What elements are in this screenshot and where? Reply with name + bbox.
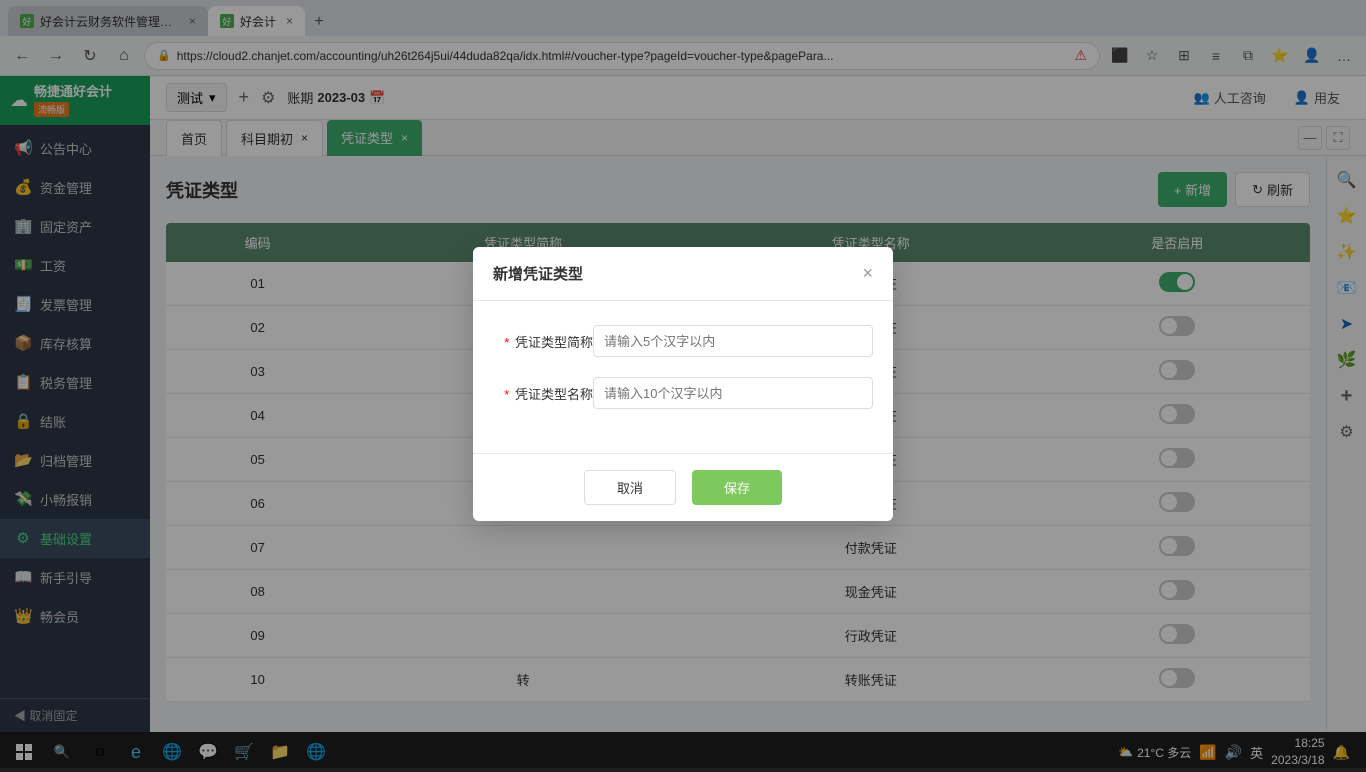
modal-body: * 凭证类型简称 * 凭证类型名称 [473,301,893,453]
name-input[interactable] [593,377,873,409]
form-row-name: * 凭证类型名称 [493,377,873,409]
save-button[interactable]: 保存 [692,470,782,505]
abbr-required-mark: * [504,335,509,350]
modal-footer: 取消 保存 [473,453,893,521]
name-required-mark: * [504,387,509,402]
abbr-label: * 凭证类型简称 [493,332,593,351]
modal-overlay[interactable]: 新增凭证类型 × * 凭证类型简称 * 凭证类型名称 取消 保存 [0,0,1366,768]
modal-title: 新增凭证类型 [493,263,583,284]
add-voucher-type-modal: 新增凭证类型 × * 凭证类型简称 * 凭证类型名称 取消 保存 [473,247,893,521]
abbr-input[interactable] [593,325,873,357]
modal-close-btn[interactable]: × [862,263,873,284]
form-row-abbr: * 凭证类型简称 [493,325,873,357]
abbr-label-text: 凭证类型简称 [515,335,593,350]
modal-header: 新增凭证类型 × [473,247,893,301]
name-label: * 凭证类型名称 [493,384,593,403]
cancel-button[interactable]: 取消 [584,470,676,505]
name-label-text: 凭证类型名称 [515,387,593,402]
